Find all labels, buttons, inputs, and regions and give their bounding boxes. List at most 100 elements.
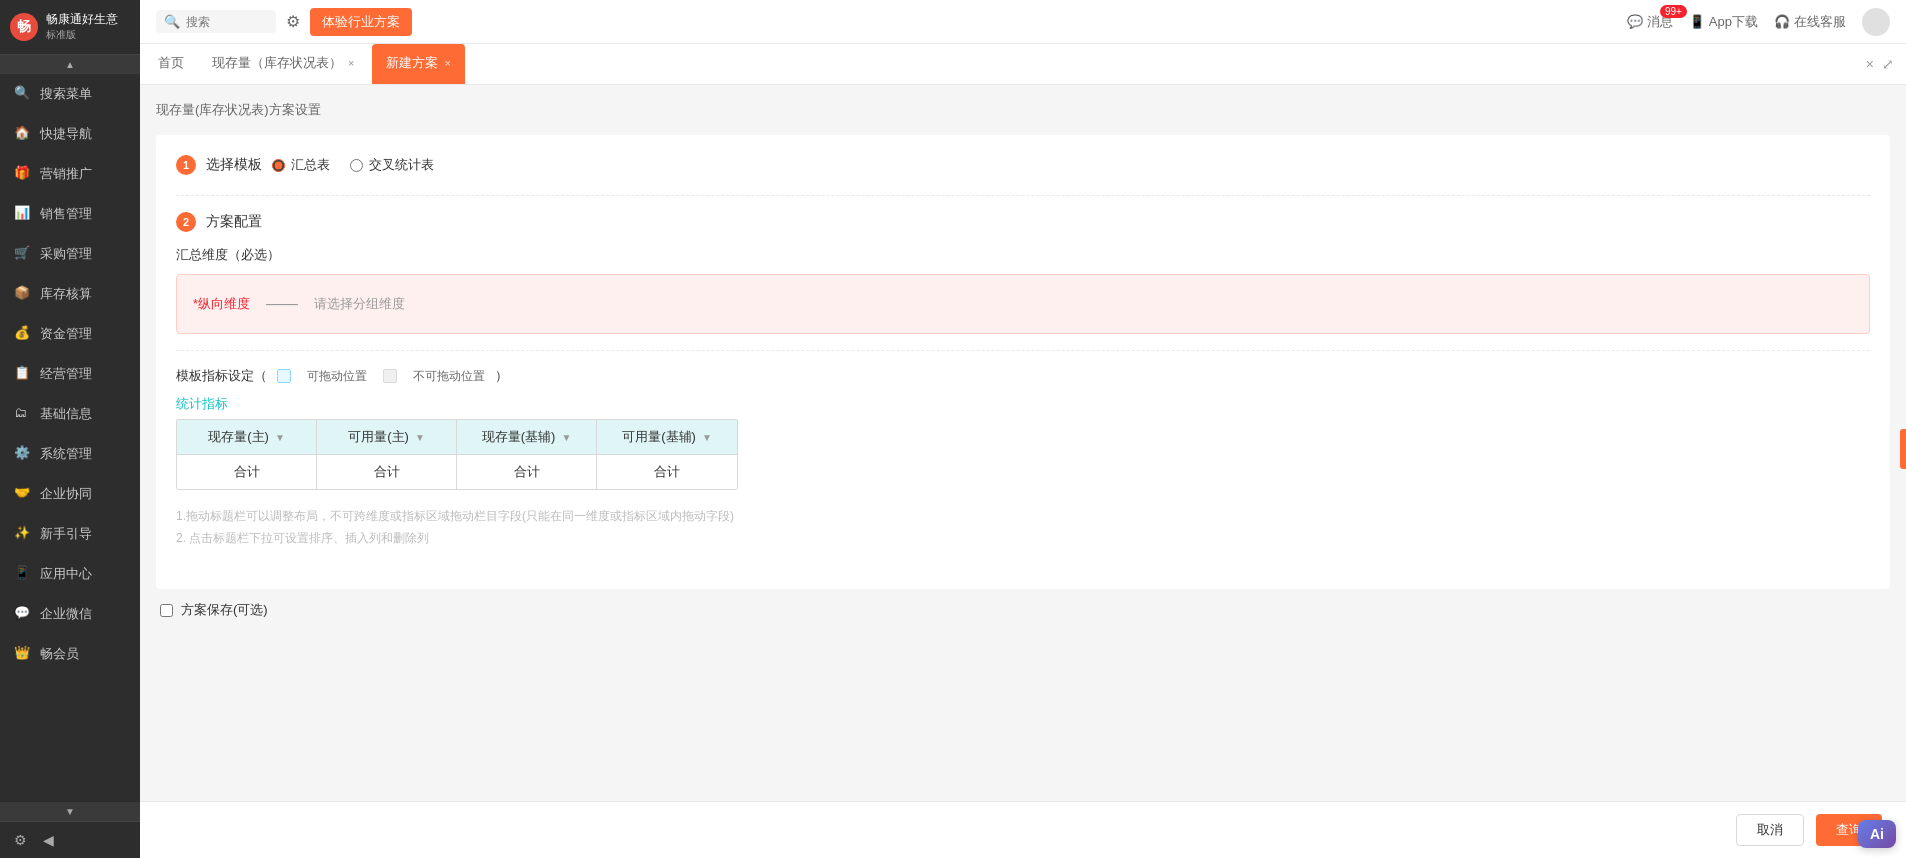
stats-col-header-available-main[interactable]: 可用量(主) ▼ (317, 420, 456, 455)
user-avatar[interactable] (1862, 8, 1890, 36)
footer-bar: 取消 查询 (140, 801, 1906, 858)
step2-section: 2 方案配置 汇总维度（必选） *纵向维度 —— 请选择分组维度 (176, 212, 1870, 549)
trial-industry-button[interactable]: 体验行业方案 (310, 8, 412, 36)
chat-icon: 💬 (14, 605, 32, 623)
sidebar-item-operations[interactable]: 📋 经营管理 (0, 354, 140, 394)
radio-summary-label: 汇总表 (291, 156, 330, 174)
handshake-icon: 🤝 (14, 485, 32, 503)
sidebar-item-search[interactable]: 🔍 搜索菜单 (0, 74, 140, 114)
sidebar-item-finance[interactable]: 💰 资金管理 (0, 314, 140, 354)
cancel-button[interactable]: 取消 (1736, 814, 1804, 846)
app-download-label: App下载 (1709, 13, 1758, 31)
sidebar-item-system[interactable]: ⚙️ 系统管理 (0, 434, 140, 474)
step2-badge: 2 (176, 212, 196, 232)
tab-home-label: 首页 (158, 54, 184, 72)
window-close-icon[interactable]: × (1866, 56, 1874, 72)
stats-cell-current-main: 合计 (177, 455, 317, 489)
sidebar-item-coop[interactable]: 🤝 企业协同 (0, 474, 140, 514)
radio-cross-input[interactable] (350, 159, 363, 172)
tab-new-scheme-close[interactable]: × (444, 57, 450, 69)
gear-icon: ⚙️ (14, 445, 32, 463)
sidebar-item-inventory[interactable]: 📦 库存核算 (0, 274, 140, 314)
sidebar-item-wechat[interactable]: 💬 企业微信 (0, 594, 140, 634)
indicator-label: 模板指标设定（ 可拖动位置 不可拖动位置 ） (176, 367, 1870, 385)
sidebar-item-label: 企业微信 (40, 605, 92, 623)
tab-inventory-label: 现存量（库存状况表） (212, 54, 342, 72)
stats-col-current-main: 现存量(主) ▼ (177, 420, 317, 455)
online-service-button[interactable]: 🎧 在线客服 (1774, 13, 1846, 31)
sidebar-item-label: 销售管理 (40, 205, 92, 223)
sidebar-item-label: 基础信息 (40, 405, 92, 423)
stats-cell-current-aux: 合计 (457, 455, 597, 489)
app-logo-icon: 畅 (10, 13, 38, 41)
sidebar-item-guide[interactable]: ✨ 新手引导 (0, 514, 140, 554)
chevron-down-icon[interactable]: ▼ (275, 432, 285, 443)
chevron-down-icon[interactable]: ▼ (561, 432, 571, 443)
crown-icon: 👑 (14, 645, 32, 663)
download-icon: 📱 (1689, 14, 1705, 29)
stats-col-header-current-main[interactable]: 现存量(主) ▼ (177, 420, 316, 455)
step1-title: 选择模板 (206, 156, 262, 174)
radio-summary-input[interactable] (272, 159, 285, 172)
sidebar-item-basic[interactable]: 🗂 基础信息 (0, 394, 140, 434)
stats-cell-current-main-val: 合计 (177, 455, 316, 489)
sidebar-item-apps[interactable]: 📱 应用中心 (0, 554, 140, 594)
sidebar-item-vip[interactable]: 👑 畅会员 (0, 634, 140, 674)
dim-placeholder: 请选择分组维度 (314, 295, 405, 313)
online-service-label: 在线客服 (1794, 13, 1846, 31)
settings-icon[interactable]: ⚙ (14, 832, 27, 848)
gift-icon: 🎁 (14, 165, 32, 183)
section-divider-1 (176, 195, 1870, 196)
sidebar-item-marketing[interactable]: 🎁 营销推广 (0, 154, 140, 194)
sidebar-item-shortcut[interactable]: 🏠 快捷导航 (0, 114, 140, 154)
step2-title: 方案配置 (206, 213, 262, 231)
save-checkbox-label[interactable]: 方案保存(可选) (160, 601, 1886, 619)
message-badge: 99+ (1660, 5, 1687, 18)
topbar-search-box[interactable]: 🔍 (156, 10, 276, 33)
clipboard-icon: 📋 (14, 365, 32, 383)
stats-col-current-aux: 现存量(基辅) ▼ (457, 420, 597, 455)
tab-new-scheme[interactable]: 新建方案 × (372, 44, 464, 84)
dim-row-label: *纵向维度 (193, 295, 250, 313)
step1-badge: 1 (176, 155, 196, 175)
tab-new-scheme-label: 新建方案 (386, 54, 438, 72)
right-panel-indicator (1900, 429, 1906, 469)
tip-1: 1.拖动标题栏可以调整布局，不可跨维度或指标区域拖动栏目字段(只能在同一维度或指… (176, 506, 1870, 528)
collapse-icon[interactable]: ◀ (43, 832, 54, 848)
search-icon: 🔍 (14, 85, 32, 103)
legend-fixed-label: 不可拖动位置 (413, 368, 485, 385)
tab-inventory-close[interactable]: × (348, 57, 354, 69)
stats-label: 统计指标 (176, 395, 1870, 413)
app-download-button[interactable]: 📱 App下载 (1689, 13, 1758, 31)
sidebar-item-label: 应用中心 (40, 565, 92, 583)
sidebar-item-purchase[interactable]: 🛒 采购管理 (0, 234, 140, 274)
chevron-down-icon[interactable]: ▼ (702, 432, 712, 443)
maximize-icon[interactable]: ⤢ (1882, 56, 1894, 72)
stats-col-header-current-aux[interactable]: 现存量(基辅) ▼ (457, 420, 596, 455)
sidebar-item-label: 企业协同 (40, 485, 92, 503)
phone-icon: 📱 (14, 565, 32, 583)
radio-summary[interactable]: 汇总表 (272, 156, 330, 174)
chevron-down-icon[interactable]: ▼ (415, 432, 425, 443)
radio-cross[interactable]: 交叉统计表 (350, 156, 434, 174)
search-input[interactable] (186, 15, 246, 29)
section-divider-2 (176, 350, 1870, 351)
stats-col-available-main: 可用量(主) ▼ (317, 420, 457, 455)
tab-home[interactable]: 首页 (144, 44, 198, 84)
dimension-area[interactable]: *纵向维度 —— 请选择分组维度 (176, 274, 1870, 334)
sidebar-item-sales[interactable]: 📊 销售管理 (0, 194, 140, 234)
message-button[interactable]: 💬 消息 99+ (1627, 13, 1673, 31)
sidebar-scroll-down[interactable]: ▼ (0, 802, 140, 821)
tab-inventory-status[interactable]: 现存量（库存状况表） × (198, 44, 368, 84)
gear-icon[interactable]: ⚙ (286, 12, 300, 31)
save-checkbox-input[interactable] (160, 604, 173, 617)
stats-col-header-available-aux[interactable]: 可用量(基辅) ▼ (597, 420, 737, 455)
sidebar-scroll-up[interactable]: ▲ (0, 55, 140, 74)
ai-float-button[interactable]: Ai (1858, 820, 1896, 848)
legend-movable-box (277, 369, 291, 383)
dimension-label: 汇总维度（必选） (176, 246, 1870, 264)
stats-cell-available-aux-val: 合计 (597, 455, 737, 489)
stats-cell-current-aux-val: 合计 (457, 455, 596, 489)
template-radio-group: 汇总表 交叉统计表 (272, 156, 434, 174)
page-title: 现存量(库存状况表)方案设置 (156, 101, 1890, 119)
